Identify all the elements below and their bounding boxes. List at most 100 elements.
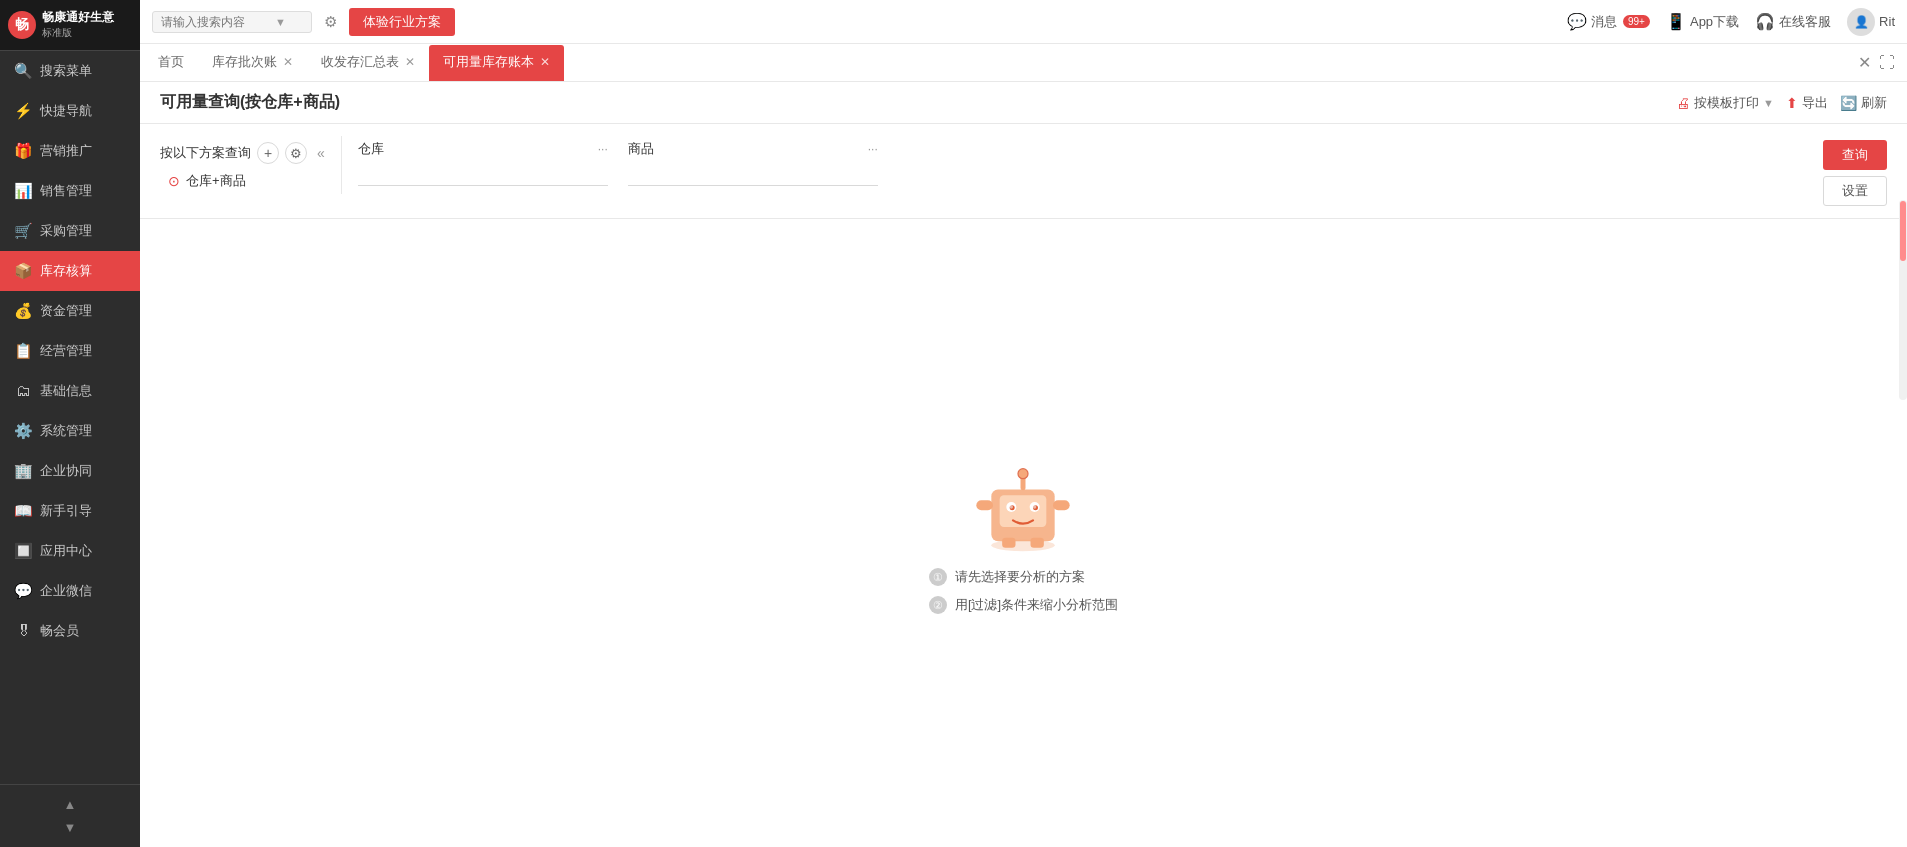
tab-batch-ledger[interactable]: 库存批次账 ✕ (198, 45, 307, 81)
tab-deposit-summary-close[interactable]: ✕ (405, 56, 415, 68)
window-close-icon[interactable]: ✕ (1858, 53, 1871, 72)
sidebar-item-app-center[interactable]: 🔲 应用中心 (0, 531, 140, 571)
tab-batch-ledger-close[interactable]: ✕ (283, 56, 293, 68)
empty-steps: ① 请先选择要分析的方案 ② 用[过滤]条件来缩小分析范围 (929, 568, 1118, 614)
sidebar-item-wechat[interactable]: 💬 企业微信 (0, 571, 140, 611)
sidebar-item-member[interactable]: 🎖 畅会员 (0, 611, 140, 651)
filter-settings-button[interactable]: ⚙ (285, 142, 307, 164)
refresh-icon: 🔄 (1840, 95, 1857, 111)
sidebar-item-enterprise[interactable]: 🏢 企业协同 (0, 451, 140, 491)
product-filter-field: 商品 ··· (628, 140, 878, 186)
warehouse-field-label: 仓库 (358, 140, 384, 158)
sidebar-label-search: 搜索菜单 (40, 62, 92, 80)
print-chevron-icon: ▼ (1763, 97, 1774, 109)
tab-batch-ledger-label: 库存批次账 (212, 53, 277, 71)
app-download-action[interactable]: 📱 App下载 (1666, 12, 1739, 31)
empty-step-2: ② 用[过滤]条件来缩小分析范围 (929, 596, 1118, 614)
step-2-num: ② (929, 596, 947, 614)
print-action[interactable]: 🖨 按模板打印 ▼ (1676, 94, 1774, 112)
online-service-action[interactable]: 🎧 在线客服 (1755, 12, 1831, 31)
filter-collapse-button[interactable]: « (313, 143, 329, 163)
sidebar-label-system: 系统管理 (40, 422, 92, 440)
content-area: 可用量查询(按仓库+商品) 🖨 按模板打印 ▼ ⬆ 导出 🔄 刷新 (140, 82, 1907, 847)
sidebar-scroll-down[interactable]: ▼ (0, 816, 140, 839)
svg-rect-12 (1031, 538, 1044, 548)
empty-illustration (973, 452, 1073, 552)
topbar-search-input[interactable] (161, 15, 271, 29)
right-scrollbar[interactable] (1899, 200, 1907, 400)
sidebar-item-sales[interactable]: 📊 销售管理 (0, 171, 140, 211)
filter-fields-section: 仓库 ··· 商品 ··· (342, 136, 1807, 186)
warehouse-input[interactable] (358, 162, 608, 186)
sidebar-label-enterprise: 企业协同 (40, 462, 92, 480)
topbar-right: 💬 消息 99+ 📱 App下载 🎧 在线客服 👤 Rit (1567, 8, 1895, 36)
warehouse-field-more[interactable]: ··· (598, 142, 608, 156)
sidebar-item-inventory[interactable]: 📦 库存核算 (0, 251, 140, 291)
tab-deposit-summary-label: 收发存汇总表 (321, 53, 399, 71)
username-label: Rit (1879, 14, 1895, 29)
empty-step-1: ① 请先选择要分析的方案 (929, 568, 1118, 586)
tab-available-ledger-label: 可用量库存账本 (443, 53, 534, 71)
scheme-label: 仓库+商品 (186, 172, 246, 190)
sidebar-item-procurement[interactable]: 🛒 采购管理 (0, 211, 140, 251)
search-chevron-icon: ▼ (275, 16, 286, 28)
tabs-bar: 首页 库存批次账 ✕ 收发存汇总表 ✕ 可用量库存账本 ✕ ✕ ⛶ (140, 44, 1907, 82)
industry-solution-button[interactable]: 体验行业方案 (349, 8, 455, 36)
scheme-icon: ⊙ (168, 173, 180, 189)
warehouse-filter-field: 仓库 ··· (358, 140, 608, 186)
sidebar: 畅 畅康通好生意 标准版 🔍 搜索菜单 ⚡ 快捷导航 🎁 营销推广 📊 销售管理… (0, 0, 140, 847)
sidebar-item-search[interactable]: 🔍 搜索菜单 (0, 51, 140, 91)
sidebar-item-basic[interactable]: 🗂 基础信息 (0, 371, 140, 411)
step-1-text: 请先选择要分析的方案 (955, 568, 1085, 586)
sidebar-label-marketing: 营销推广 (40, 142, 92, 160)
export-action[interactable]: ⬆ 导出 (1786, 94, 1828, 112)
sidebar-item-marketing[interactable]: 🎁 营销推广 (0, 131, 140, 171)
user-profile-action[interactable]: 👤 Rit (1847, 8, 1895, 36)
sidebar-item-system[interactable]: ⚙️ 系统管理 (0, 411, 140, 451)
sidebar-label-procurement: 采购管理 (40, 222, 92, 240)
main-area: ▼ ⚙ 体验行业方案 💬 消息 99+ 📱 App下载 🎧 在线客服 👤 Rit (140, 0, 1907, 847)
query-button[interactable]: 查询 (1823, 140, 1887, 170)
topbar-gear-icon[interactable]: ⚙ (324, 13, 337, 31)
headset-icon: 🎧 (1755, 12, 1775, 31)
book-icon: 📖 (14, 502, 32, 520)
product-input[interactable] (628, 162, 878, 186)
filter-scheme-section: 按以下方案查询 + ⚙ « ⊙ 仓库+商品 (160, 136, 342, 194)
tab-deposit-summary[interactable]: 收发存汇总表 ✕ (307, 45, 429, 81)
step-2-text: 用[过滤]条件来缩小分析范围 (955, 596, 1118, 614)
svg-point-8 (1018, 469, 1028, 479)
tab-home[interactable]: 首页 (144, 45, 198, 81)
sidebar-item-operations[interactable]: 📋 经营管理 (0, 331, 140, 371)
app-download-label: App下载 (1690, 13, 1739, 31)
product-field-more[interactable]: ··· (868, 142, 878, 156)
tab-available-ledger-close[interactable]: ✕ (540, 56, 550, 68)
sidebar-header: 畅 畅康通好生意 标准版 (0, 0, 140, 51)
window-expand-icon[interactable]: ⛶ (1879, 54, 1895, 72)
message-action[interactable]: 💬 消息 99+ (1567, 12, 1650, 31)
building-icon: 🏢 (14, 462, 32, 480)
sidebar-scroll-up[interactable]: ▲ (0, 793, 140, 816)
topbar-search-box[interactable]: ▼ (152, 11, 312, 33)
sidebar-label-finance: 资金管理 (40, 302, 92, 320)
sidebar-label-inventory: 库存核算 (40, 262, 92, 280)
sidebar-item-onboarding[interactable]: 📖 新手引导 (0, 491, 140, 531)
shortcut-icon: ⚡ (14, 102, 32, 120)
clipboard-icon: 📋 (14, 342, 32, 360)
inventory-icon: 📦 (14, 262, 32, 280)
topbar: ▼ ⚙ 体验行业方案 💬 消息 99+ 📱 App下载 🎧 在线客服 👤 Rit (140, 0, 1907, 44)
scheme-item-warehouse-product[interactable]: ⊙ 仓库+商品 (160, 168, 329, 194)
settings-button[interactable]: 设置 (1823, 176, 1887, 206)
tab-available-ledger[interactable]: 可用量库存账本 ✕ (429, 45, 564, 81)
medal-icon: 🎖 (14, 622, 32, 639)
gift-icon: 🎁 (14, 142, 32, 160)
sidebar-label-basic: 基础信息 (40, 382, 92, 400)
message-badge: 99+ (1623, 15, 1650, 28)
gear-icon: ⚙️ (14, 422, 32, 440)
wechat-icon: 💬 (14, 582, 32, 600)
sidebar-item-finance[interactable]: 💰 资金管理 (0, 291, 140, 331)
refresh-action[interactable]: 🔄 刷新 (1840, 94, 1887, 112)
sidebar-label-shortcut: 快捷导航 (40, 102, 92, 120)
filter-add-button[interactable]: + (257, 142, 279, 164)
sidebar-item-shortcut[interactable]: ⚡ 快捷导航 (0, 91, 140, 131)
export-label: 导出 (1802, 94, 1828, 112)
